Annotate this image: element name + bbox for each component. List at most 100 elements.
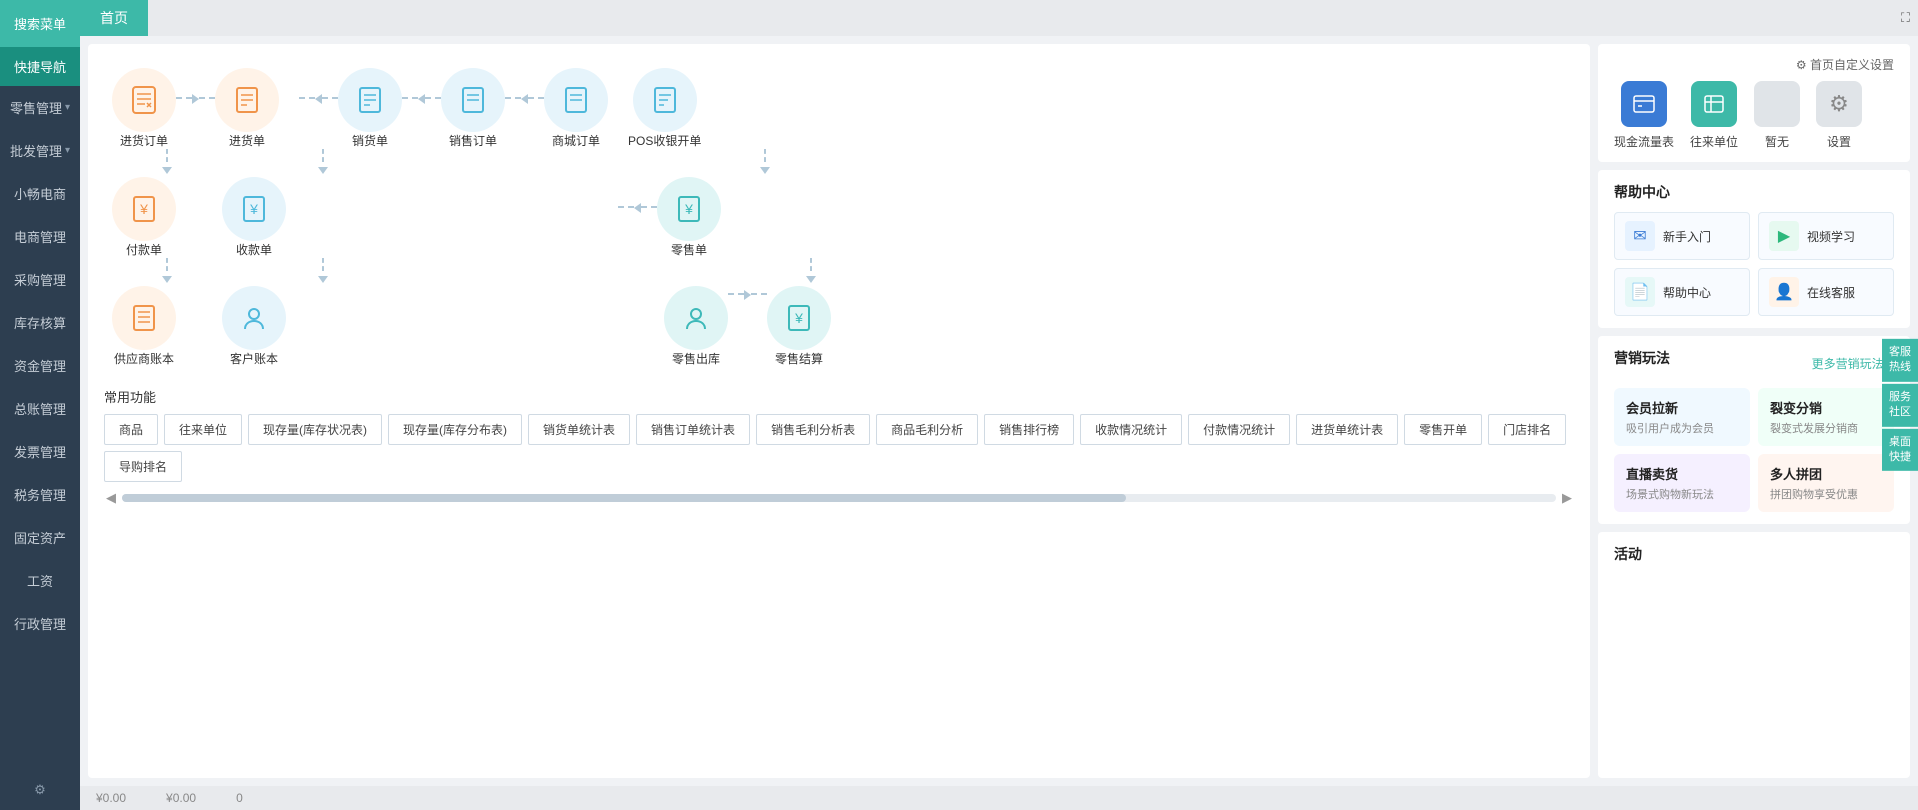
node-pos: POS收银开单 [628, 68, 701, 149]
settings-icon-bottom[interactable]: ⚙ [0, 770, 80, 810]
float-buttons: 客服热线 服务社区 桌面快捷 [1882, 339, 1918, 471]
func-btn-7[interactable]: 商品毛利分析 [876, 414, 978, 445]
sidebar-item-invoice[interactable]: 发票管理 [0, 430, 80, 473]
mkt-item-2[interactable]: 直播卖货 场景式购物新玩法 [1614, 454, 1750, 512]
v-connector-1 [162, 149, 172, 177]
sidebar-item-payroll[interactable]: 工资 [0, 559, 80, 602]
sidebar-item-ledger[interactable]: 总账管理 [0, 387, 80, 430]
node-purchase-order: 进货订单 [112, 68, 176, 149]
sidebar-item-ecommerce-mgmt[interactable]: 电商管理 [0, 215, 80, 258]
v-connector-2 [318, 149, 328, 177]
sidebar-item-procurement[interactable]: 采购管理 [0, 258, 80, 301]
mkt-item-3[interactable]: 多人拼团 拼团购物享受优惠 [1758, 454, 1894, 512]
node-receipt: ¥ 收款单 [222, 177, 286, 258]
scroll-right-icon[interactable]: ▶ [1560, 490, 1574, 506]
right-panel: ⚙ 首页自定义设置 现金流量表 往来单位 [1598, 36, 1918, 786]
scroll-track[interactable] [122, 494, 1556, 502]
func-btn-0[interactable]: 商品 [104, 414, 158, 445]
node-purchase-bill: 进货单 [215, 68, 279, 149]
arrow-right-icon [192, 90, 199, 105]
func-btn-9[interactable]: 收款情况统计 [1080, 414, 1182, 445]
float-btn-desktop[interactable]: 桌面快捷 [1882, 428, 1918, 471]
sidebar-item-tax[interactable]: 税务管理 [0, 473, 80, 516]
tab-home[interactable]: 首页 [80, 0, 148, 36]
float-btn-community[interactable]: 服务社区 [1882, 384, 1918, 427]
search-menu-button[interactable]: 搜索菜单 [0, 0, 80, 47]
help-items-grid: ✉ 新手入门 ▶ 视频学习 📄 帮助中心 👤 在线客服 [1614, 212, 1894, 316]
help-section: 帮助中心 ✉ 新手入门 ▶ 视频学习 📄 帮助中心 👤 [1598, 170, 1910, 328]
func-btn-3[interactable]: 现存量(库存分布表) [388, 414, 522, 445]
quick-nav-button[interactable]: 快捷导航 [0, 47, 80, 86]
func-btn-4[interactable]: 销货单统计表 [528, 414, 630, 445]
func-btn-5[interactable]: 销售订单统计表 [636, 414, 750, 445]
cashflow-icon [1621, 81, 1667, 127]
scroll-left-icon[interactable]: ◀ [104, 490, 118, 506]
func-btn-8[interactable]: 销售排行榜 [984, 414, 1074, 445]
arrow-left-icon [418, 90, 425, 105]
activity-title: 活动 [1614, 544, 1894, 564]
sidebar-item-admin[interactable]: 行政管理 [0, 602, 80, 645]
func-btn-1[interactable]: 往来单位 [164, 414, 242, 445]
tab-bar: 首页 ⛶ [80, 0, 1918, 36]
qi-units[interactable]: 往来单位 [1690, 81, 1738, 150]
svg-text:¥: ¥ [684, 201, 693, 217]
units-icon [1691, 81, 1737, 127]
marketing-title: 营销玩法 [1614, 348, 1670, 368]
mkt-item-0[interactable]: 会员拉新 吸引用户成为会员 [1614, 388, 1750, 446]
arrow-right-3-icon [744, 286, 751, 301]
svg-text:¥: ¥ [249, 201, 258, 217]
sidebar: 搜索菜单 快捷导航 零售管理 ▾ 批发管理 ▾ 小畅电商 电商管理 采购管理 库… [0, 0, 80, 810]
sidebar-item-fixed-assets[interactable]: 固定资产 [0, 516, 80, 559]
quick-icons-section: ⚙ 首页自定义设置 现金流量表 往来单位 [1598, 44, 1910, 162]
sidebar-item-wholesale[interactable]: 批发管理 ▾ [0, 129, 80, 172]
customize-label[interactable]: ⚙ 首页自定义设置 [1614, 56, 1894, 73]
help-item-support[interactable]: 👤 在线客服 [1758, 268, 1894, 316]
node-retail-bill: ¥ 零售单 [657, 177, 721, 258]
func-btn-11[interactable]: 进货单统计表 [1296, 414, 1398, 445]
node-shop-order: 商城订单 [544, 68, 608, 149]
arrow-left-2-icon [634, 199, 641, 214]
scroll-thumb [122, 494, 1126, 502]
expand-icon[interactable]: ⛶ [1893, 0, 1918, 36]
arrow-left-icon [521, 90, 528, 105]
float-btn-support[interactable]: 客服热线 [1882, 339, 1918, 382]
quick-icons-list: 现金流量表 往来单位 暂无 ⚙ 设置 [1614, 81, 1894, 150]
sidebar-item-ecommerce-small[interactable]: 小畅电商 [0, 172, 80, 215]
help-item-beginner[interactable]: ✉ 新手入门 [1614, 212, 1750, 260]
v-connector-pos [760, 149, 770, 177]
help-item-video[interactable]: ▶ 视频学习 [1758, 212, 1894, 260]
func-btn-12[interactable]: 零售开单 [1404, 414, 1482, 445]
help-doc-icon: 📄 [1625, 277, 1655, 307]
node-retail-out: 零售出库 [664, 286, 728, 367]
func-btn-2[interactable]: 现存量(库存状况表) [248, 414, 382, 445]
func-btn-14[interactable]: 导购排名 [104, 451, 182, 482]
empty-icon [1754, 81, 1800, 127]
func-btn-6[interactable]: 销售毛利分析表 [756, 414, 870, 445]
qi-settings[interactable]: ⚙ 设置 [1816, 81, 1862, 150]
flow-row-5: 供应商账本 客户账本 [112, 286, 1574, 367]
activity-section: 活动 [1598, 532, 1910, 778]
node-supplier-book: 供应商账本 [112, 286, 176, 367]
marketing-grid: 会员拉新 吸引用户成为会员 裂变分销 裂变式发展分销商 直播卖货 场景式购物新玩… [1614, 388, 1894, 512]
settings-icon: ⚙ [1816, 81, 1862, 127]
node-customer-book: 客户账本 [222, 286, 286, 367]
support-icon: 👤 [1769, 277, 1799, 307]
sidebar-item-retail[interactable]: 零售管理 ▾ [0, 86, 80, 129]
sidebar-item-finance[interactable]: 资金管理 [0, 344, 80, 387]
svg-text:¥: ¥ [794, 310, 803, 326]
svg-text:¥: ¥ [139, 201, 148, 217]
left-panel: 进货订单 进货单 [88, 44, 1590, 778]
arrow-left-icon [315, 90, 322, 105]
qi-cashflow[interactable]: 现金流量表 [1614, 81, 1674, 150]
qi-empty: 暂无 [1754, 81, 1800, 150]
func-btn-13[interactable]: 门店排名 [1488, 414, 1566, 445]
help-item-help[interactable]: 📄 帮助中心 [1614, 268, 1750, 316]
node-payment: ¥ 付款单 [112, 177, 176, 258]
mkt-item-1[interactable]: 裂变分销 裂变式发展分销商 [1758, 388, 1894, 446]
chevron-down-icon: ▾ [65, 102, 70, 113]
node-sales-order: 销售订单 [441, 68, 505, 149]
sidebar-item-inventory[interactable]: 库存核算 [0, 301, 80, 344]
video-icon: ▶ [1769, 221, 1799, 251]
v-connector-3 [162, 258, 172, 286]
func-btn-10[interactable]: 付款情况统计 [1188, 414, 1290, 445]
